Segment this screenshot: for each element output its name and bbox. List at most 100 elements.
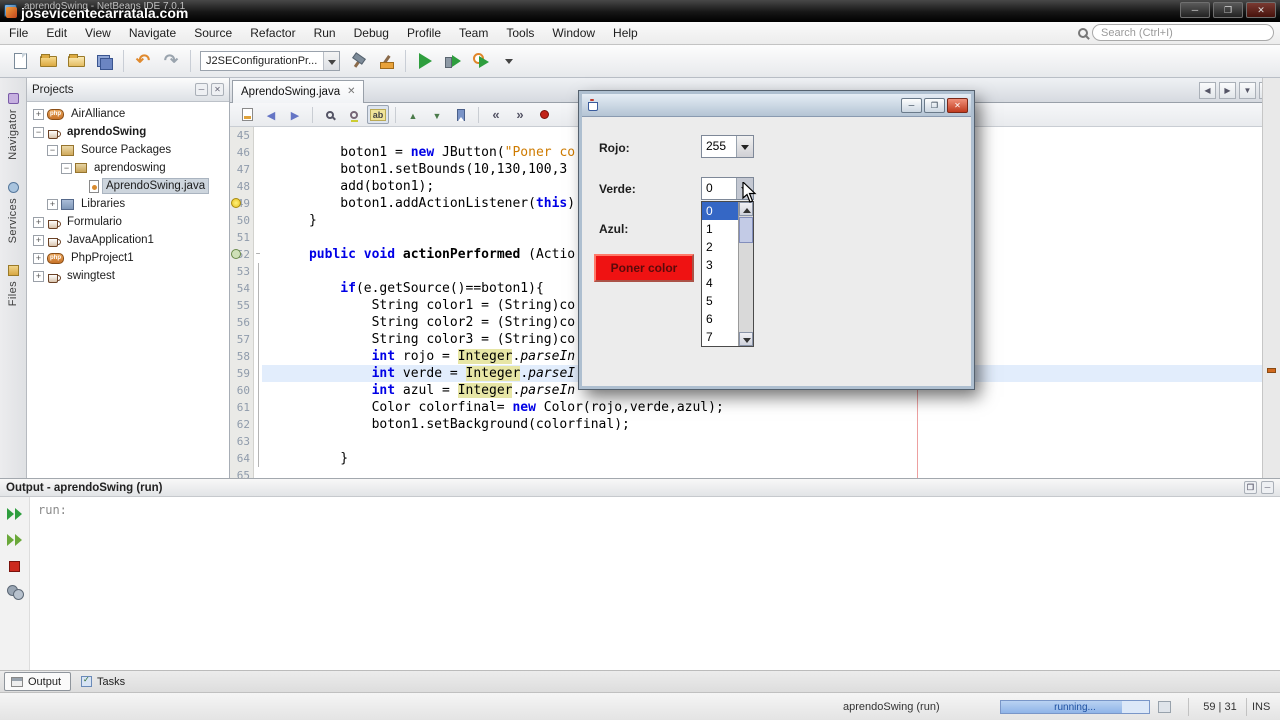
tree-toggle-handle[interactable]: + [33,108,44,120]
config-combobox[interactable]: J2SEConfigurationPr... [200,51,340,71]
menu-profile[interactable]: Profile [398,23,450,43]
close-window-icon[interactable] [211,83,224,96]
dropdown-item-2[interactable]: 2 [702,238,738,256]
run-project-button[interactable] [411,48,439,74]
chevron-down-icon[interactable] [323,52,339,70]
next-occurrence-button[interactable] [426,105,448,124]
rojo-combobox[interactable]: 255 [701,135,754,158]
tree-node-swingtest[interactable]: + swingtest [27,267,229,285]
menu-source[interactable]: Source [185,23,241,43]
menu-edit[interactable]: Edit [37,23,76,43]
poner-color-button[interactable]: Poner color [594,254,694,282]
new-project-button[interactable] [34,48,62,74]
maximize-window-button[interactable] [1213,2,1243,18]
menu-help[interactable]: Help [604,23,647,43]
scrollbar-thumb[interactable] [739,217,753,243]
hint-bulb-icon[interactable] [231,198,241,208]
dock-tab-files[interactable]: Files [0,258,26,313]
clean-build-button[interactable] [372,48,400,74]
tree-node-airalliance[interactable]: + AirAlliance [27,105,229,123]
find-selection-button[interactable] [319,105,341,124]
override-marker-icon[interactable] [231,249,241,259]
undo-button[interactable] [129,48,157,74]
bottom-tab-output[interactable]: Output [4,672,72,691]
tree-toggle-handle[interactable]: − [61,162,72,174]
tree-toggle-handle[interactable]: − [33,126,44,138]
tree-toggle-handle[interactable]: + [33,270,44,282]
record-macro-button[interactable] [533,105,555,124]
menu-navigate[interactable]: Navigate [120,23,185,43]
new-file-button[interactable] [6,48,34,74]
projects-header[interactable]: Projects [27,78,229,102]
dropdown-item-3[interactable]: 3 [702,256,738,274]
tree-toggle-handle[interactable]: − [47,144,58,156]
dropdown-item-7[interactable]: 7 [702,328,738,346]
tree-node-aprendoswing[interactable]: − aprendoSwing [27,123,229,141]
fold-column[interactable]: − [254,246,262,263]
profile-dropdown-button[interactable] [495,48,523,74]
caret-position-mark[interactable] [1267,368,1276,373]
menu-team[interactable]: Team [450,23,497,43]
progress-bar[interactable]: running... [1000,700,1150,714]
bottom-tab-tasks[interactable]: Tasks [75,672,134,691]
tree-node-javaapplication1[interactable]: + JavaApplication1 [27,231,229,249]
tree-node-libraries[interactable]: + Libraries [27,195,229,213]
menu-run[interactable]: Run [305,23,345,43]
minimize-window-icon[interactable] [1261,481,1274,494]
dropdown-item-6[interactable]: 6 [702,310,738,328]
scroll-tabs-right-button[interactable] [1219,82,1236,99]
rerun-alt-button[interactable] [5,531,25,549]
scroll-down-icon[interactable] [739,332,753,346]
output-settings-button[interactable] [5,583,25,601]
code-line-64[interactable]: 64 } [230,450,1262,467]
toggle-bookmark-button[interactable] [450,105,472,124]
dropdown-item-1[interactable]: 1 [702,220,738,238]
shift-line-right-button[interactable] [509,105,531,124]
tree-node-source-packages[interactable]: − Source Packages [27,141,229,159]
dropdown-item-4[interactable]: 4 [702,274,738,292]
previous-occurrence-button[interactable] [402,105,424,124]
dropdown-item-5[interactable]: 5 [702,292,738,310]
menu-view[interactable]: View [76,23,120,43]
search-input[interactable] [1092,24,1274,41]
last-edit-position-button[interactable] [236,105,258,124]
menu-file[interactable]: File [0,23,37,43]
debug-project-button[interactable] [439,48,467,74]
dock-tab-navigator[interactable]: Navigator [0,86,26,167]
shift-line-left-button[interactable] [485,105,507,124]
tree-toggle-handle[interactable]: + [33,252,44,264]
tree-toggle-handle[interactable]: + [47,198,58,210]
tree-toggle-handle[interactable]: + [33,234,44,246]
dialog-minimize-button[interactable] [901,97,922,113]
tree-node-formulario[interactable]: + Formulario [27,213,229,231]
close-window-button[interactable] [1246,2,1276,18]
tree-node-phpproject1[interactable]: + PhpProject1 [27,249,229,267]
stop-build-button[interactable] [5,557,25,575]
rerun-button[interactable] [5,505,25,523]
process-list-icon[interactable] [1158,701,1171,713]
toggle-highlight-button[interactable] [367,105,389,124]
code-line-62[interactable]: 62 boton1.setBackground(colorfinal); [230,416,1262,433]
minimize-window-button[interactable] [1180,2,1210,18]
tree-node-aprendoswing[interactable]: − aprendoswing [27,159,229,177]
build-project-button[interactable] [344,48,372,74]
output-header[interactable]: Output - aprendoSwing (run) [0,479,1280,497]
minimize-window-icon[interactable] [195,83,208,96]
tree-node-aprendoswing-java[interactable]: AprendoSwing.java [27,177,229,195]
navigate-back-button[interactable] [260,105,282,124]
dock-tab-services[interactable]: Services [0,175,26,250]
menu-refactor[interactable]: Refactor [241,23,304,43]
menu-debug[interactable]: Debug [345,23,398,43]
close-tab-icon[interactable] [347,87,355,97]
error-stripe[interactable] [1262,78,1280,478]
open-project-button[interactable] [62,48,90,74]
save-all-button[interactable] [90,48,118,74]
redo-button[interactable] [157,48,185,74]
document-list-button[interactable] [1239,82,1256,99]
float-window-icon[interactable] [1244,481,1257,494]
navigate-forward-button[interactable] [284,105,306,124]
scroll-tabs-left-button[interactable] [1199,82,1216,99]
profile-project-button[interactable] [467,48,495,74]
menu-tools[interactable]: Tools [497,23,543,43]
code-line-65[interactable]: 65 [230,467,1262,478]
